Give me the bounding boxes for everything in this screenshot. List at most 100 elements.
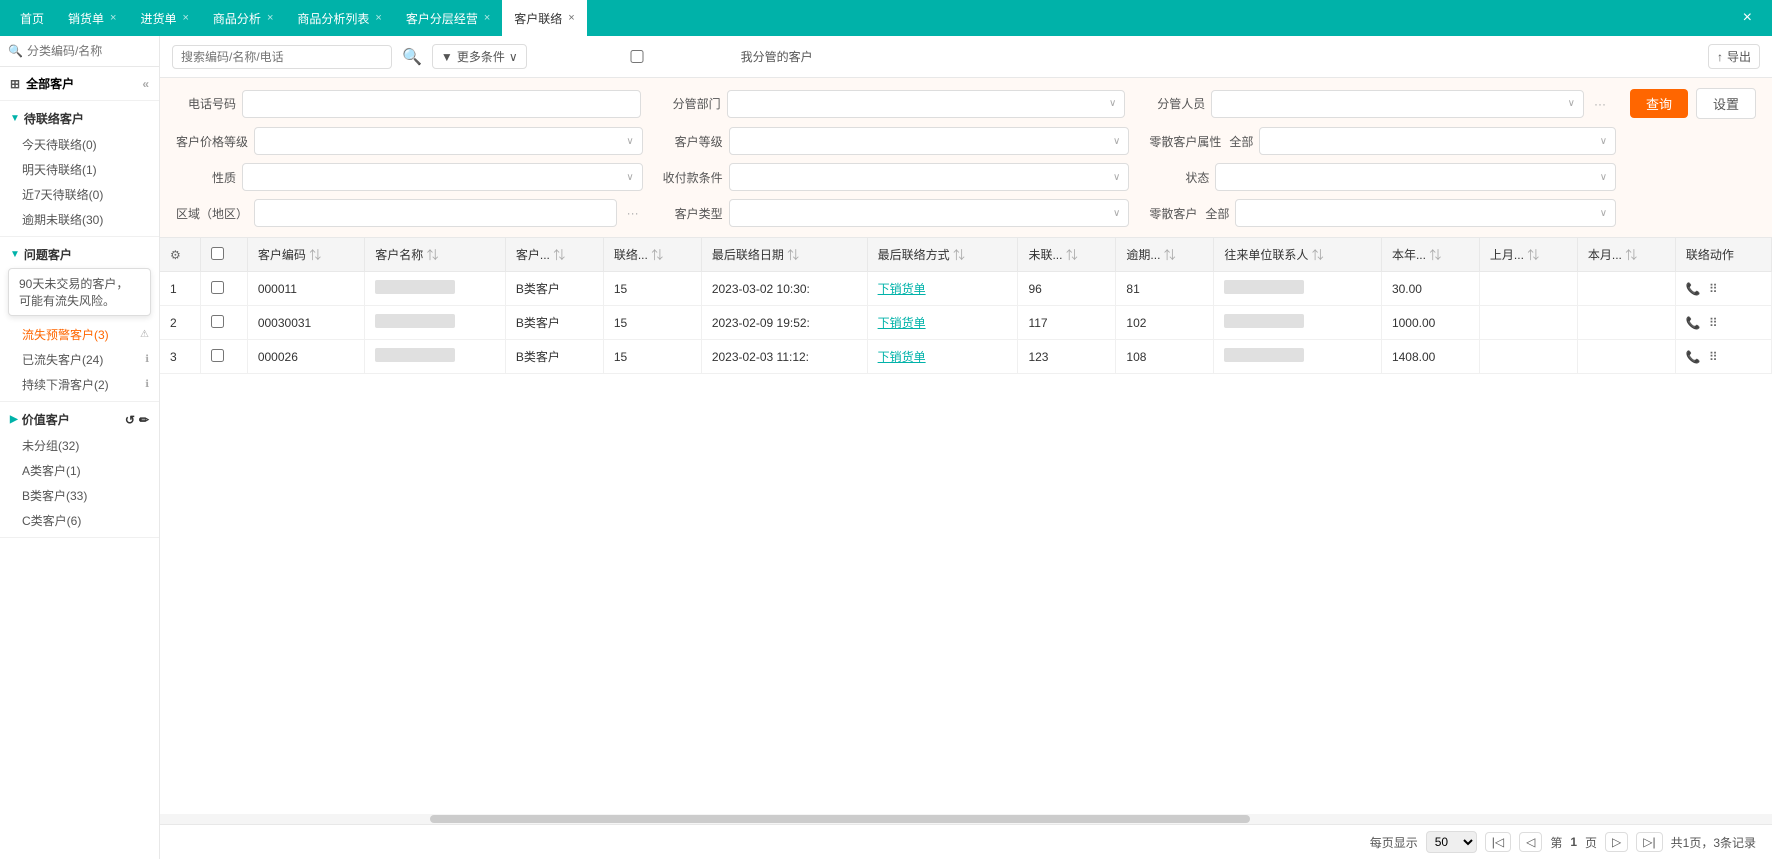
cell-code-2: 000026 (247, 340, 364, 374)
nav-tab-product-analysis-list[interactable]: 商品分析列表 × (285, 0, 393, 36)
cell-action-2[interactable]: 📞 ⠿ (1675, 340, 1771, 374)
more-dots-icon[interactable]: ··· (1590, 97, 1610, 111)
settings-button[interactable]: 设置 (1696, 88, 1756, 119)
prev-page-button[interactable]: ◁ (1519, 832, 1542, 852)
search-input[interactable] (172, 45, 392, 69)
collapse-icon[interactable]: « (142, 77, 149, 91)
edit-icon[interactable]: ✏ (139, 413, 149, 427)
cell-this-month-0 (1577, 272, 1675, 306)
col-overdue-header[interactable]: 逾期... ⇅ (1116, 238, 1214, 272)
price-level-select[interactable]: ∨ (254, 127, 643, 155)
export-button[interactable]: ↑ 导出 (1708, 44, 1760, 69)
region-more-dots[interactable]: ··· (623, 206, 643, 220)
close-icon[interactable]: × (110, 12, 116, 24)
sidebar-item-today-pending[interactable]: 今天待联络(0) (0, 132, 159, 157)
col-contact-header[interactable]: 联络... ⇅ (603, 238, 701, 272)
per-page-select[interactable]: 50 100 200 (1426, 831, 1477, 853)
filter-search-button[interactable]: 🔍 (402, 47, 422, 67)
sidebar-section-value-title[interactable]: ▶ 价值客户 ↺ ✏ (0, 406, 159, 433)
nav-tab-purchase[interactable]: 进货单 × (128, 0, 200, 36)
sidebar-section-problem-title[interactable]: ▼ 问题客户 (0, 241, 159, 268)
sparse-attr-select[interactable]: ∨ (1259, 127, 1616, 155)
cell-last-type-2[interactable]: 下销货单 (867, 340, 1018, 374)
contact-icon[interactable]: 📞 (1686, 282, 1701, 296)
col-this-month-header[interactable]: 本月... ⇅ (1577, 238, 1675, 272)
dept-select[interactable]: ∨ (727, 90, 1126, 118)
select-all-checkbox[interactable] (211, 247, 224, 260)
sidebar-item-declining[interactable]: 持续下滑客户(2) ℹ (0, 372, 159, 397)
col-last-month-header[interactable]: 上月... ⇅ (1479, 238, 1577, 272)
col-not-contact-header[interactable]: 未联... ⇅ (1018, 238, 1116, 272)
refresh-icon[interactable]: ↺ (125, 413, 135, 427)
contact-icon[interactable]: 📞 (1686, 350, 1701, 364)
col-type-header[interactable]: 客户... ⇅ (505, 238, 603, 272)
close-all-button[interactable]: × (1731, 9, 1764, 27)
nav-tab-sales[interactable]: 销货单 × (56, 0, 128, 36)
cell-last-type-1[interactable]: 下销货单 (867, 306, 1018, 340)
col-this-year-header[interactable]: 本年... ⇅ (1381, 238, 1479, 272)
customer-level-select[interactable]: ∨ (729, 127, 1130, 155)
chevron-down-icon: ∨ (626, 172, 633, 183)
sidebar-item-churn-warning[interactable]: 流失预警客户(3) ⚠ (0, 322, 159, 347)
scrollbar-thumb[interactable] (430, 815, 1250, 823)
my-customers-checkbox-label[interactable]: 我分管的客户 (537, 48, 813, 65)
sidebar-section-pending-title[interactable]: ▼ 待联络客户 (0, 105, 159, 132)
manager-select[interactable]: ∨ (1211, 90, 1584, 118)
first-page-button[interactable]: |◁ (1485, 832, 1511, 852)
sidebar-item-class-c[interactable]: C类客户(6) (0, 508, 159, 533)
more-actions-icon[interactable]: ⠿ (1709, 316, 1718, 330)
my-customers-checkbox[interactable] (537, 50, 737, 63)
row-checkbox-1[interactable] (211, 315, 224, 328)
sidebar-search-input[interactable] (27, 44, 151, 58)
sidebar-item-ungrouped[interactable]: 未分组(32) (0, 433, 159, 458)
row-checkbox-0[interactable] (211, 281, 224, 294)
nav-tab-customer-tier[interactable]: 客户分层经营 × (394, 0, 502, 36)
col-last-date-header[interactable]: 最后联络日期 ⇅ (701, 238, 867, 272)
cell-last-type-0[interactable]: 下销货单 (867, 272, 1018, 306)
col-unit-contact-header[interactable]: 往来单位联系人 ⇅ (1214, 238, 1382, 272)
sidebar-item-class-b[interactable]: B类客户(33) (0, 483, 159, 508)
last-page-button[interactable]: ▷| (1636, 832, 1662, 852)
nav-tab-product-analysis[interactable]: 商品分析 × (201, 0, 285, 36)
cell-action-0[interactable]: 📞 ⠿ (1675, 272, 1771, 306)
row-checkbox-2[interactable] (211, 349, 224, 362)
region-input[interactable] (254, 199, 617, 227)
sort-icon: ⇅ (1312, 248, 1324, 262)
cell-checkbox-1[interactable] (200, 306, 247, 340)
cell-checkbox-2[interactable] (200, 340, 247, 374)
status-select[interactable]: ∨ (1215, 163, 1616, 191)
col-code-header[interactable]: 客户编码 ⇅ (247, 238, 364, 272)
cell-checkbox-0[interactable] (200, 272, 247, 306)
sidebar-item-tomorrow-pending[interactable]: 明天待联络(1) (0, 157, 159, 182)
filter-field-region: 区域（地区） ··· (176, 199, 643, 227)
sidebar-item-overdue-pending[interactable]: 逾期未联络(30) (0, 207, 159, 232)
horizontal-scrollbar[interactable] (160, 814, 1772, 824)
more-conditions-button[interactable]: ▼ 更多条件 ∨ (432, 44, 527, 69)
col-last-type-header[interactable]: 最后联络方式 ⇅ (867, 238, 1018, 272)
close-icon[interactable]: × (182, 12, 188, 24)
cell-contact-2: 15 (603, 340, 701, 374)
nature-select[interactable]: ∨ (242, 163, 643, 191)
contact-icon[interactable]: 📞 (1686, 316, 1701, 330)
column-settings-icon[interactable]: ⚙ (170, 248, 181, 262)
customer-type-select[interactable]: ∨ (729, 199, 1130, 227)
more-actions-icon[interactable]: ⠿ (1709, 350, 1718, 364)
sidebar-item-churned[interactable]: 已流失客户(24) ℹ (0, 347, 159, 372)
payment-select[interactable]: ∨ (729, 163, 1130, 191)
nav-tab-home[interactable]: 首页 (8, 0, 56, 36)
next-page-button[interactable]: ▷ (1605, 832, 1628, 852)
nav-tab-customer-contact[interactable]: 客户联络 × (502, 0, 586, 36)
query-button[interactable]: 查询 (1630, 89, 1688, 118)
cell-action-1[interactable]: 📞 ⠿ (1675, 306, 1771, 340)
col-name-header[interactable]: 客户名称 ⇅ (365, 238, 506, 272)
phone-input[interactable] (242, 90, 641, 118)
sidebar-item-class-a[interactable]: A类客户(1) (0, 458, 159, 483)
sidebar-all-customers[interactable]: ⊞ 全部客户 « (0, 67, 159, 101)
close-icon[interactable]: × (375, 12, 381, 24)
more-actions-icon[interactable]: ⠿ (1709, 282, 1718, 296)
close-icon[interactable]: × (568, 12, 574, 24)
sparse-customer-select[interactable]: ∨ (1235, 199, 1616, 227)
close-icon[interactable]: × (267, 12, 273, 24)
close-icon[interactable]: × (484, 12, 490, 24)
sidebar-item-week-pending[interactable]: 近7天待联络(0) (0, 182, 159, 207)
